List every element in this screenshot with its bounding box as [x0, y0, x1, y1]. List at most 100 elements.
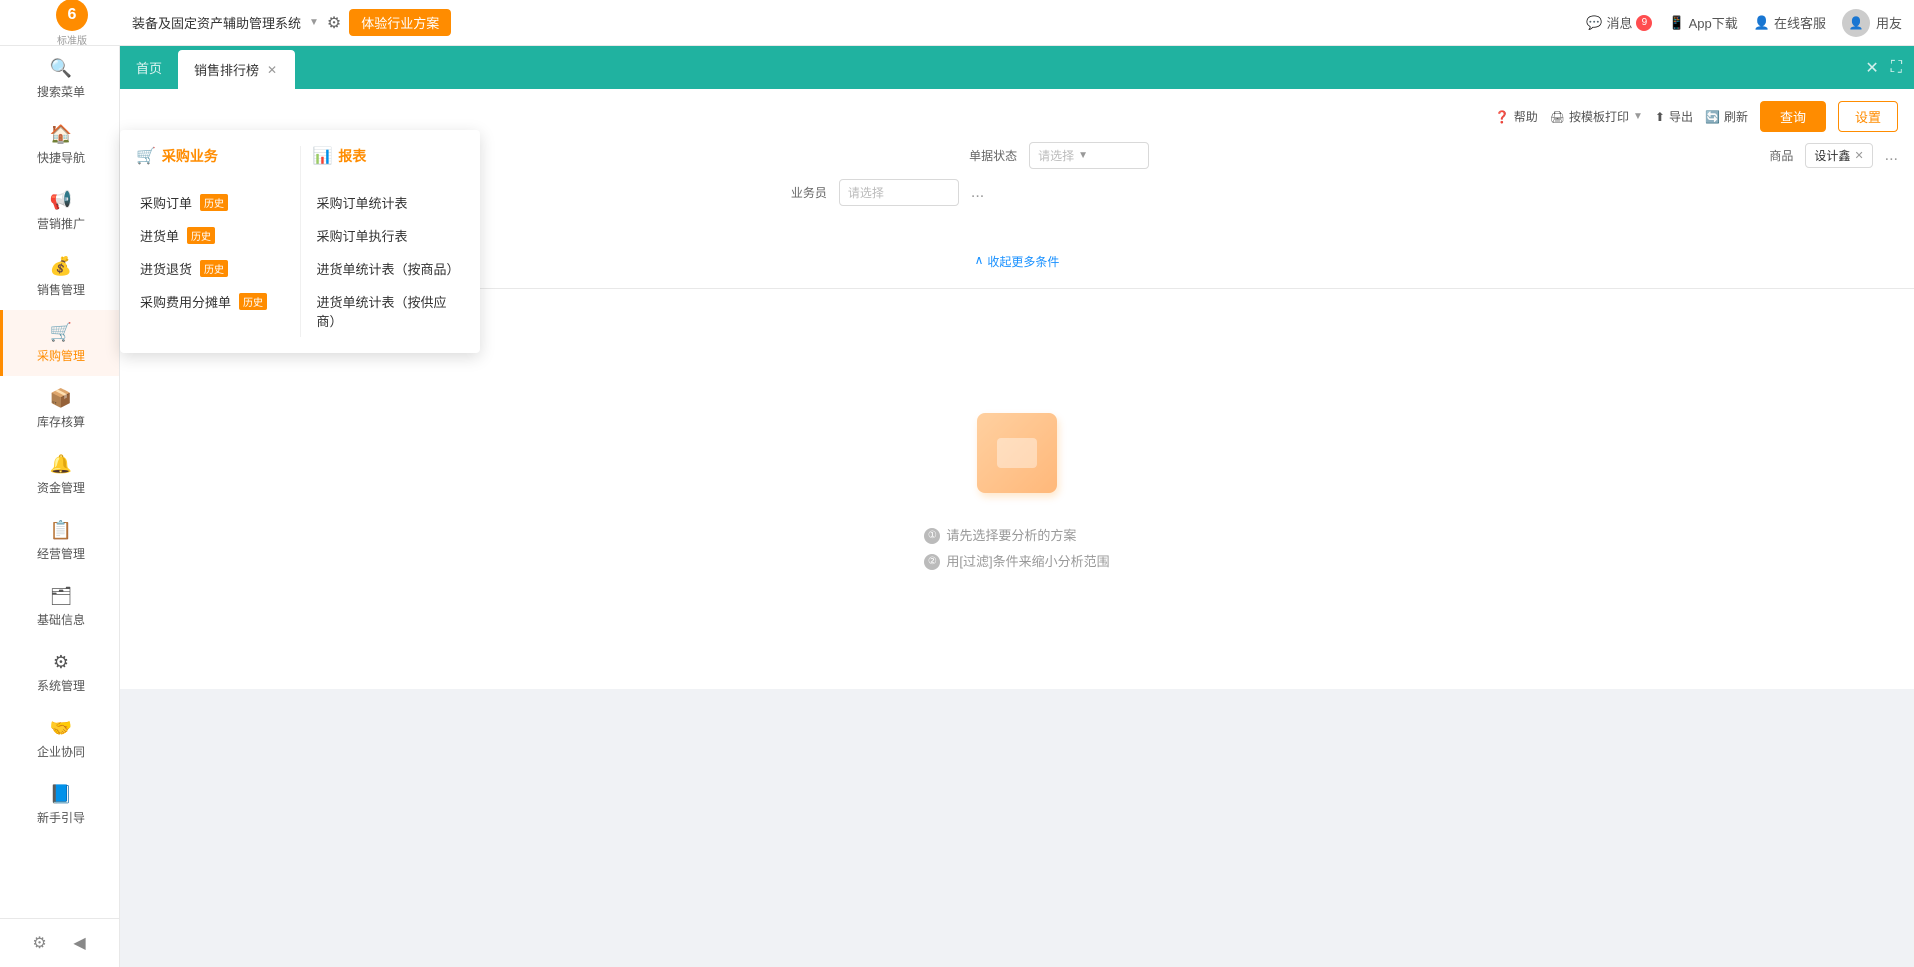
system-settings-icon[interactable]: ⚙ — [327, 13, 341, 33]
goods-tag-close[interactable]: ✕ — [1854, 149, 1863, 162]
finance-icon: 🔔 — [50, 454, 72, 475]
sidebar-label-system: 系统管理 — [37, 677, 85, 694]
export-btn[interactable]: ⬆ 导出 — [1655, 108, 1693, 125]
tab-sales-rank-label: 销售排行榜 — [194, 60, 259, 79]
empty-hint-2: ② 用[过滤]条件来缩小分析范围 — [924, 549, 1109, 575]
menu-item-inbound-stat-goods[interactable]: 进货单统计表（按商品） — [313, 252, 465, 285]
user-avatar-area[interactable]: 👤 用友 — [1842, 9, 1902, 37]
help-btn[interactable]: ❓ 帮助 — [1495, 108, 1538, 125]
inbound-return-history-badge: 历史 — [200, 260, 228, 277]
message-label: 消息 — [1606, 13, 1632, 32]
avatar-icon: 👤 — [1849, 16, 1864, 30]
sidebar-settings-btn[interactable]: ⚙ — [24, 927, 56, 959]
menu-item-po-stat[interactable]: 采购订单统计表 — [313, 186, 465, 219]
message-icon: 💬 — [1586, 15, 1602, 31]
sidebar-item-sales[interactable]: 💰 销售管理 — [0, 244, 119, 310]
sidebar: 🔍 搜索菜单 🏠 快捷导航 📢 营销推广 💰 销售管理 🛒 采购管理 📦 库存核… — [0, 46, 120, 967]
system-name-chevron[interactable]: ▼ — [309, 17, 319, 28]
online-service-label: 在线客服 — [1774, 13, 1826, 32]
sidebar-label-operation: 经营管理 — [37, 545, 85, 562]
logo-icon: 6 — [56, 0, 88, 31]
purchase-col2: 📊 报表 采购订单统计表 采购订单执行表 进货单统计表（按商品） 进货单统计表（… — [313, 146, 465, 337]
logo-subtitle: 标准版 — [57, 32, 87, 47]
sidebar-item-inventory[interactable]: 📦 库存核算 — [0, 376, 119, 442]
industry-btn[interactable]: 体验行业方案 — [349, 9, 451, 36]
goods-tag[interactable]: 设计鑫 ✕ — [1805, 143, 1872, 168]
empty-hint-1: ① 请先选择要分析的方案 — [924, 523, 1109, 549]
refresh-btn[interactable]: 🔄 刷新 — [1705, 108, 1748, 125]
po-stat-label: 采购订单统计表 — [317, 193, 408, 212]
empty-hints: ① 请先选择要分析的方案 ② 用[过滤]条件来缩小分析范围 — [924, 523, 1109, 575]
sidebar-item-operation[interactable]: 📋 经营管理 — [0, 508, 119, 574]
tab-sales-rank[interactable]: 销售排行榜 ✕ — [178, 50, 295, 89]
print-btn[interactable]: 🖨 按模板打印 ▼ — [1550, 108, 1643, 125]
sidebar-collapse-btn[interactable]: ◀ — [64, 927, 96, 959]
tab-maximize-btn[interactable]: ⛶ — [1887, 55, 1906, 81]
tab-close-icon[interactable]: ✕ — [265, 63, 279, 77]
sidebar-label-sales: 销售管理 — [37, 281, 85, 298]
logo-text: 6 — [68, 6, 77, 24]
query-btn[interactable]: 查询 — [1760, 101, 1826, 132]
purchase-dropdown-menu: 🛒 采购业务 采购订单 历史 进货单 历史 进货退货 历史 采购费用分摊单 历史… — [120, 130, 480, 353]
sidebar-item-purchase[interactable]: 🛒 采购管理 — [0, 310, 119, 376]
menu-item-purchase-order[interactable]: 采购订单 历史 — [136, 186, 288, 219]
empty-box-icon — [977, 413, 1057, 493]
sidebar-item-base[interactable]: 🗂 基础信息 — [0, 574, 119, 640]
filter-toolbar: ❓ 帮助 🖨 按模板打印 ▼ ⬆ 导出 🔄 刷新 — [136, 101, 1898, 132]
tab-home[interactable]: 首页 — [120, 48, 178, 87]
system-name-text: 装备及固定资产辅助管理系统 — [132, 13, 301, 32]
corp-icon: 🤝 — [50, 718, 72, 739]
sales-icon: 💰 — [50, 256, 72, 277]
purchase-expense-history-badge: 历史 — [239, 293, 267, 310]
goods-label: 商品 — [1769, 147, 1793, 164]
sidebar-item-search[interactable]: 🔍 搜索菜单 — [0, 46, 119, 112]
sidebar-label-quick: 快捷导航 — [37, 149, 85, 166]
inbound-stat-supplier-label: 进货单统计表（按供应商） — [317, 292, 461, 330]
home-icon: 🏠 — [50, 124, 72, 145]
print-chevron: ▼ — [1633, 111, 1643, 122]
marketing-icon: 📢 — [50, 190, 72, 211]
sidebar-label-finance: 资金管理 — [37, 479, 85, 496]
sidebar-item-system[interactable]: ⚙ 系统管理 — [0, 640, 119, 706]
menu-item-inbound-stat-supplier[interactable]: 进货单统计表（按供应商） — [313, 285, 465, 337]
refresh-icon: 🔄 — [1705, 110, 1720, 124]
menu-item-inbound-return[interactable]: 进货退货 历史 — [136, 252, 288, 285]
header-actions: 💬 消息 9 📱 App下载 👤 在线客服 👤 用友 — [1586, 9, 1902, 37]
collapse-label: 收起更多条件 — [987, 253, 1059, 270]
voucher-status-select[interactable]: 请选择 ▼ — [1029, 142, 1149, 169]
sidebar-label-purchase: 采购管理 — [37, 347, 85, 364]
menu-item-purchase-expense[interactable]: 采购费用分摊单 历史 — [136, 285, 288, 318]
voucher-status-chevron: ▼ — [1078, 150, 1088, 161]
voucher-status-label: 单据状态 — [969, 147, 1017, 164]
app-download-btn[interactable]: 📱 App下载 — [1668, 13, 1737, 32]
settings-btn[interactable]: 设置 — [1838, 101, 1898, 132]
col1-title: 🛒 采购业务 — [136, 146, 288, 174]
sidebar-item-marketing[interactable]: 📢 营销推广 — [0, 178, 119, 244]
salesman-label: 业务员 — [791, 184, 827, 201]
sidebar-label-base: 基础信息 — [37, 611, 85, 628]
system-icon: ⚙ — [53, 652, 69, 673]
salesman-more-btn[interactable]: ... — [971, 184, 984, 202]
sidebar-item-quick[interactable]: 🏠 快捷导航 — [0, 112, 119, 178]
purchase-order-history-badge: 历史 — [200, 194, 228, 211]
sidebar-label-search: 搜索菜单 — [37, 83, 85, 100]
sidebar-item-corp[interactable]: 🤝 企业协同 — [0, 706, 119, 772]
goods-more-btn[interactable]: ... — [1885, 147, 1898, 165]
message-btn[interactable]: 💬 消息 9 — [1586, 13, 1652, 32]
menu-item-po-exec[interactable]: 采购订单执行表 — [313, 219, 465, 252]
avatar: 👤 — [1842, 9, 1870, 37]
hint-text-1: 请先选择要分析的方案 — [946, 523, 1076, 549]
purchase-icon: 🛒 — [50, 322, 72, 343]
salesman-select[interactable]: 请选择 — [839, 179, 959, 206]
menu-item-inbound[interactable]: 进货单 历史 — [136, 219, 288, 252]
sidebar-item-guide[interactable]: 📘 新手引导 — [0, 772, 119, 838]
tab-close-window-btn[interactable]: ✕ — [1861, 54, 1882, 82]
sidebar-item-finance[interactable]: 🔔 资金管理 — [0, 442, 119, 508]
hint-num-1: ① — [924, 528, 940, 544]
online-service-btn[interactable]: 👤 在线客服 — [1754, 13, 1826, 32]
sidebar-label-marketing: 营销推广 — [37, 215, 85, 232]
col1-icon: 🛒 — [136, 146, 156, 166]
message-badge: 9 — [1636, 15, 1652, 31]
dropdown-divider — [300, 146, 301, 337]
sidebar-bottom: ⚙ ◀ — [0, 918, 119, 967]
